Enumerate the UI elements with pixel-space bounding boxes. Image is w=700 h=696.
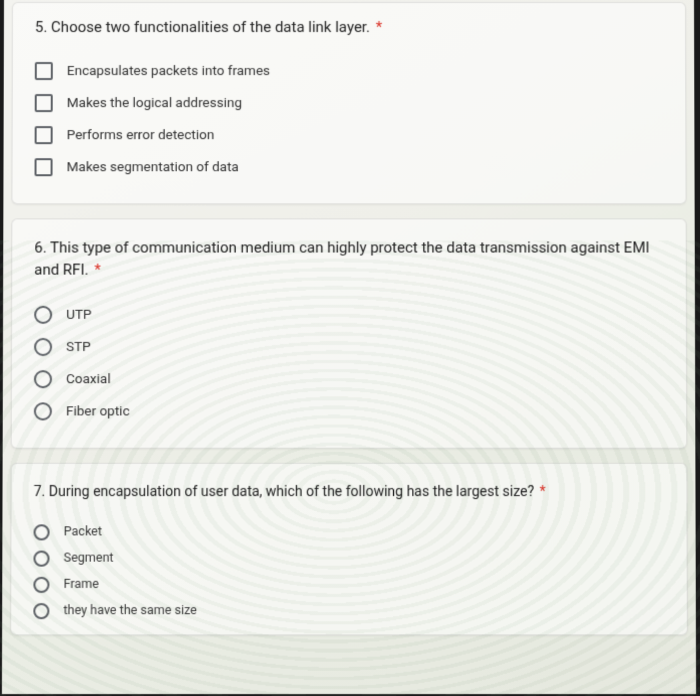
option-label: Makes the logical addressing (67, 95, 242, 111)
question-text: 6. This type of communication medium can… (34, 238, 649, 278)
form-screen: 5. Choose two functionalities of the dat… (2, 0, 696, 694)
question-card-6: 6. This type of communication medium can… (11, 218, 688, 449)
option-label: STP (66, 339, 91, 355)
radio-icon[interactable] (34, 370, 52, 388)
radio-icon[interactable] (34, 338, 52, 356)
question-title: 5. Choose two functionalities of the dat… (35, 17, 663, 39)
question-title: 6. This type of communication medium can… (34, 237, 664, 281)
radio-icon[interactable] (33, 603, 49, 619)
option-label: Coaxial (66, 371, 111, 387)
required-marker: * (94, 260, 101, 278)
radio-icon[interactable] (34, 524, 50, 540)
checkbox-icon[interactable] (35, 158, 53, 176)
question-card-7: 7. During encapsulation of user data, wh… (10, 463, 688, 635)
option-label: Frame (64, 577, 99, 592)
checkbox-icon[interactable] (35, 94, 53, 112)
option-label: Encapsulates packets into frames (67, 63, 270, 79)
option-row[interactable]: UTP (34, 299, 664, 331)
option-row[interactable]: Makes segmentation of data (34, 151, 663, 183)
radio-icon[interactable] (33, 550, 49, 566)
option-row[interactable]: Frame (33, 571, 664, 597)
required-marker: * (540, 484, 546, 500)
option-label: Makes segmentation of data (67, 159, 239, 175)
option-label: Fiber optic (66, 404, 130, 420)
option-row[interactable]: Performs error detection (35, 119, 664, 151)
option-row[interactable]: Segment (33, 545, 664, 571)
option-label: Performs error detection (67, 127, 215, 143)
radio-icon[interactable] (34, 306, 52, 324)
question-card-5: 5. Choose two functionalities of the dat… (11, 2, 686, 204)
question-title: 7. During encapsulation of user data, wh… (34, 482, 665, 502)
checkbox-icon[interactable] (35, 126, 53, 144)
option-row[interactable]: Encapsulates packets into frames (35, 55, 663, 87)
option-row[interactable]: Fiber optic (34, 396, 664, 428)
checkbox-icon[interactable] (35, 62, 53, 80)
option-label: UTP (66, 307, 91, 323)
option-label: they have the same size (63, 603, 196, 618)
option-label: Segment (64, 551, 114, 566)
option-row[interactable]: they have the same size (33, 598, 664, 624)
option-label: Packet (64, 524, 102, 539)
question-text: 7. During encapsulation of user data, wh… (34, 484, 534, 500)
required-marker: * (376, 18, 382, 36)
option-row[interactable]: Coaxial (34, 363, 664, 395)
option-row[interactable]: STP (34, 331, 664, 363)
option-row[interactable]: Makes the logical addressing (35, 87, 664, 119)
option-row[interactable]: Packet (34, 519, 665, 545)
question-text: 5. Choose two functionalities of the dat… (35, 18, 370, 36)
radio-icon[interactable] (33, 576, 49, 592)
radio-icon[interactable] (34, 403, 52, 421)
